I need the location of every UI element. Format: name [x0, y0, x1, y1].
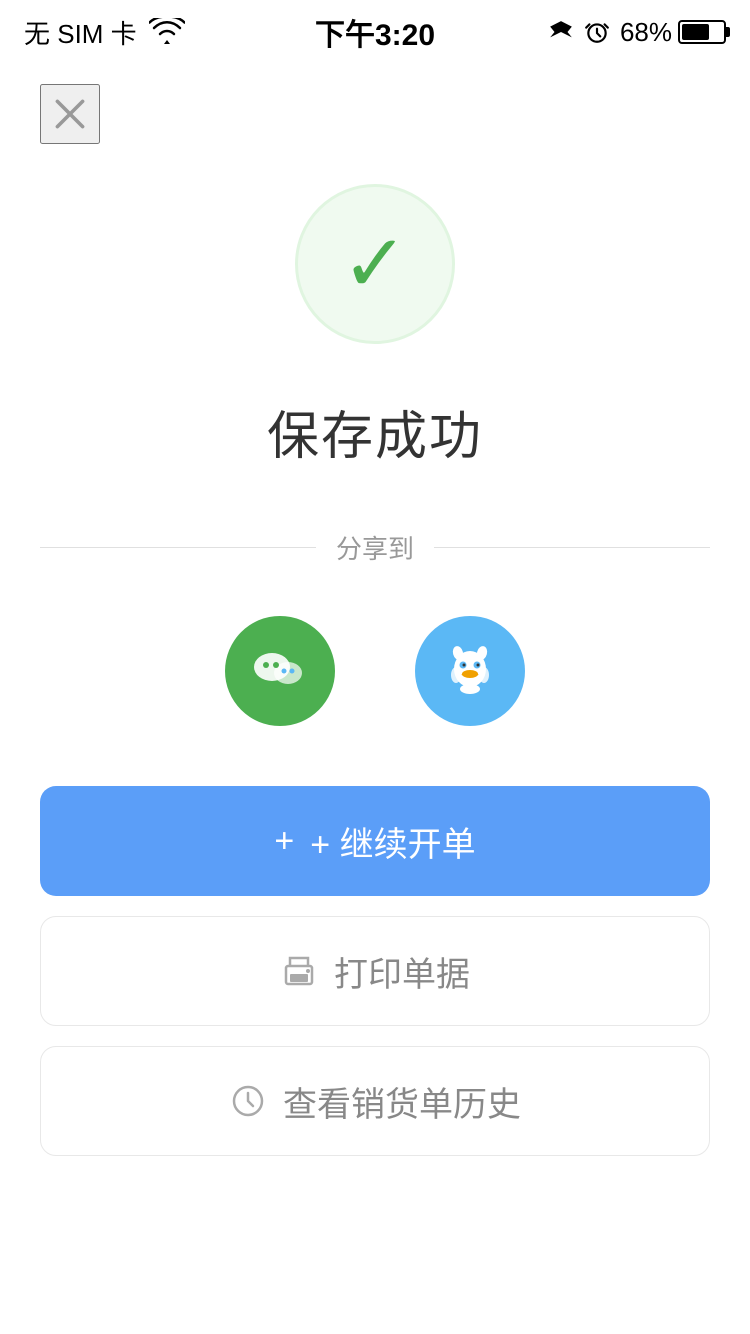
battery-text: 68%: [620, 17, 672, 48]
close-button[interactable]: [40, 84, 100, 144]
print-icon: [280, 952, 318, 990]
status-time: 下午3:20: [315, 10, 435, 54]
wifi-icon: [149, 18, 185, 46]
location-icon: [548, 19, 574, 45]
share-divider: 分享到: [40, 529, 710, 566]
continue-label: + 继续开单: [310, 817, 475, 866]
no-sim-label: 无 SIM 卡: [24, 14, 137, 51]
battery-icon: [678, 20, 726, 44]
divider-line-right: [434, 547, 710, 548]
qq-icon: [438, 639, 502, 703]
plus-icon: +: [274, 822, 294, 861]
success-icon-circle: ✓: [295, 184, 455, 344]
main-content: ✓ 保存成功 分享到: [0, 64, 750, 1176]
actions-section: + + 继续开单 打印单据 查看销货单历史: [40, 786, 710, 1156]
print-label: 打印单据: [334, 947, 470, 996]
checkmark-icon: ✓: [341, 224, 408, 304]
battery-fill: [682, 24, 709, 40]
wechat-icon: [248, 639, 312, 703]
share-icons-row: [40, 616, 710, 726]
history-icon: [229, 1082, 267, 1120]
status-right: 68%: [548, 17, 726, 48]
battery-container: 68%: [620, 17, 726, 48]
continue-button[interactable]: + + 继续开单: [40, 786, 710, 896]
wechat-share-button[interactable]: [225, 616, 335, 726]
share-section: 分享到: [40, 529, 710, 726]
history-button[interactable]: 查看销货单历史: [40, 1046, 710, 1156]
history-label: 查看销货单历史: [283, 1077, 521, 1126]
share-label: 分享到: [336, 529, 414, 566]
divider-line-left: [40, 547, 316, 548]
close-icon: [52, 96, 88, 132]
status-bar: 无 SIM 卡 下午3:20 68%: [0, 0, 750, 64]
success-title: 保存成功: [267, 394, 483, 469]
status-left: 无 SIM 卡: [24, 14, 185, 51]
print-button[interactable]: 打印单据: [40, 916, 710, 1026]
qq-share-button[interactable]: [415, 616, 525, 726]
alarm-icon: [584, 19, 610, 45]
